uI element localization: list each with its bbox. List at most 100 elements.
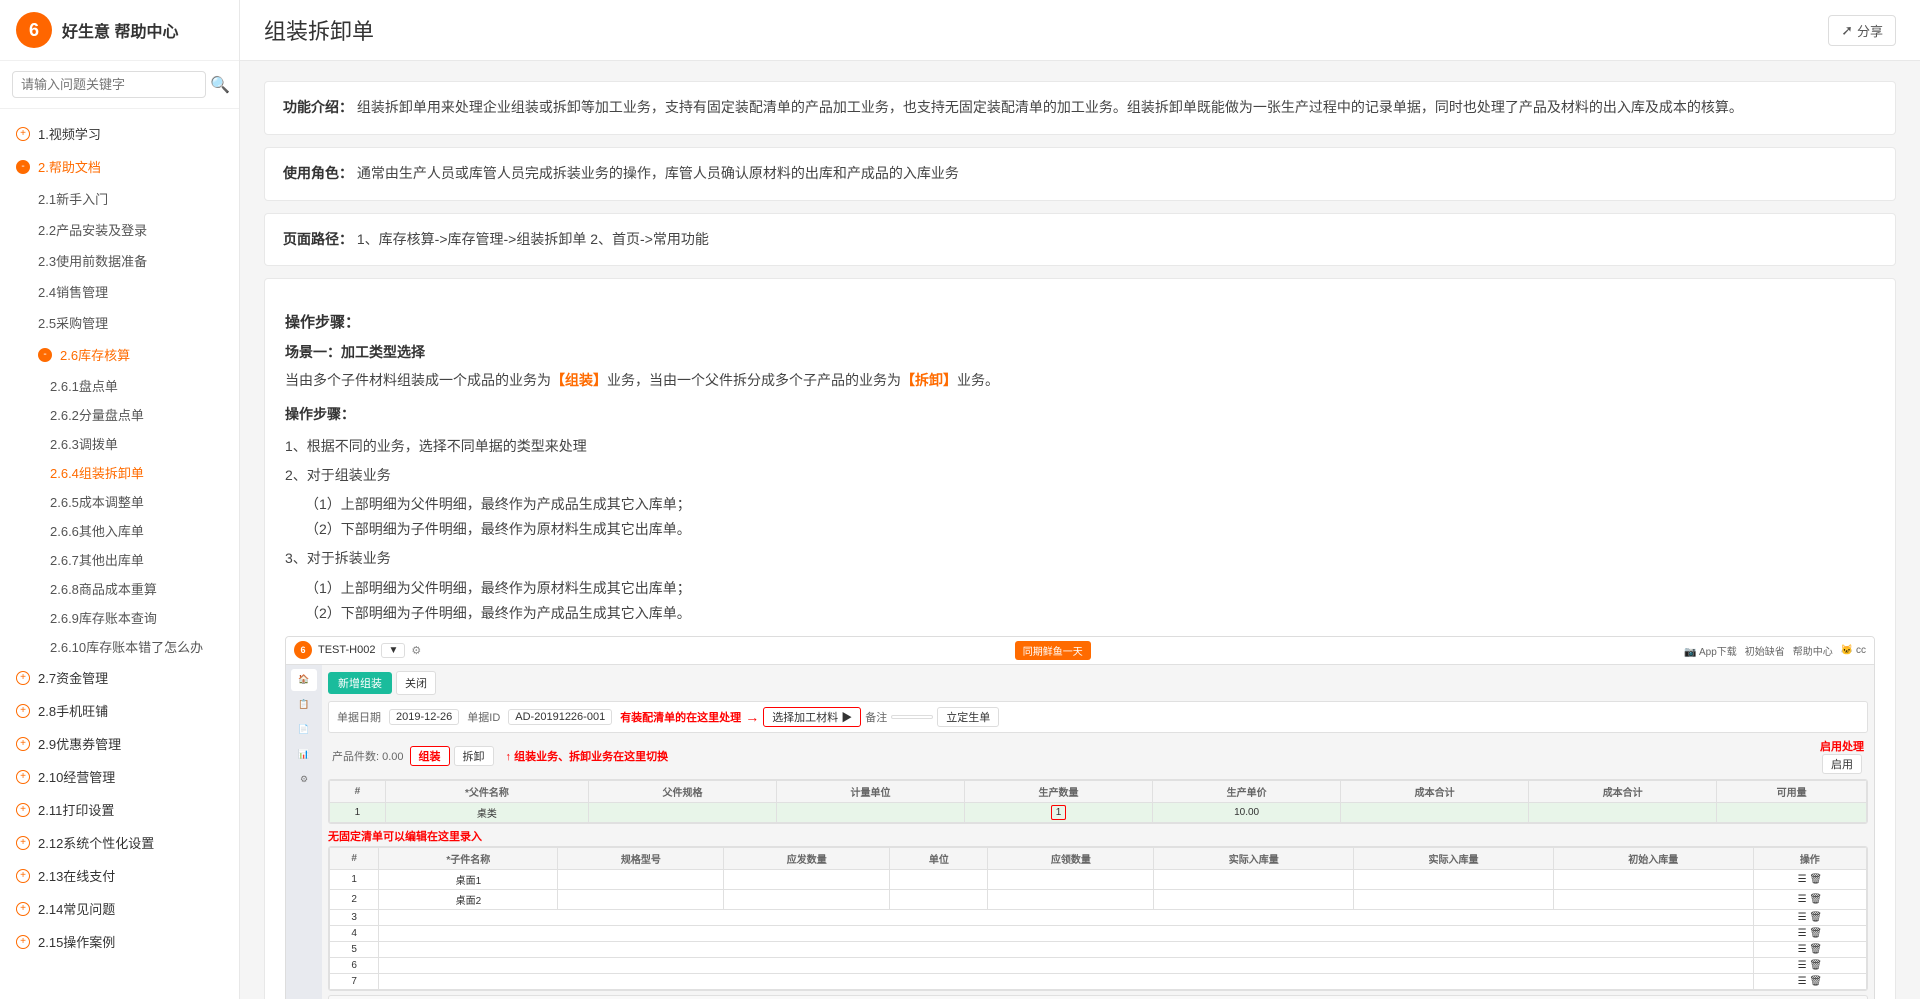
path-label: 页面路径：	[283, 231, 353, 247]
child-row-5: 5 ☰ 🗑	[330, 941, 1867, 957]
form-tab-close[interactable]: 关闭	[396, 671, 436, 695]
ops-title: 操作步骤：	[285, 311, 1875, 332]
sidebar-item-cost-recalc[interactable]: 2.6.8商品成本重算	[0, 574, 239, 603]
sidebar-item-operations[interactable]: + 2.10经营管理	[0, 760, 239, 793]
role-text: 通常由生产人员或库管人员完成拆装业务的操作，库管人员确认原材料的出库和产成品的入…	[357, 165, 959, 181]
sidebar-header: 6 好生意 帮助中心	[0, 0, 239, 61]
app-nav-home[interactable]: 🏠	[291, 669, 317, 691]
expand-icon-personalize: +	[16, 836, 30, 850]
collapse-icon: -	[16, 160, 30, 174]
expand-icon-ops: +	[16, 770, 30, 784]
intro-text: 组装拆卸单用来处理企业组装或拆卸等加工业务，支持有固定装配清单的产品加工业务，也…	[357, 99, 1743, 115]
no-field[interactable]: AD-20191226-001	[508, 709, 612, 725]
totals-bar: 合计： 0.00 0.00 0.00 0.00 0.00 🔲	[328, 995, 1868, 999]
remark-field[interactable]	[891, 715, 933, 719]
child-row-6: 6 ☰ 🗑	[330, 957, 1867, 973]
company-selector[interactable]: ▼	[381, 643, 405, 658]
child-row-4: 4 ☰ 🗑	[330, 925, 1867, 941]
app-nav-doc[interactable]: 📄	[291, 719, 317, 741]
expand-icon-finance: +	[16, 671, 30, 685]
qty-field[interactable]: 1	[1051, 805, 1067, 820]
sidebar-item-data-prep[interactable]: 2.3使用前数据准备	[0, 245, 239, 276]
sidebar: 6 好生意 帮助中心 🔍 + 1.视频学习 - 2.帮助文档 2.1新手入门 2…	[0, 0, 240, 999]
annotation-manual: 无固定清单可以编辑在这里录入	[328, 828, 1868, 844]
sidebar-item-sales[interactable]: 2.4销售管理	[0, 276, 239, 307]
sidebar-item-purchase[interactable]: 2.5采购管理	[0, 307, 239, 338]
sidebar-item-finance[interactable]: + 2.7资金管理	[0, 661, 239, 694]
enable-btn[interactable]: 启用	[1822, 754, 1862, 774]
sidebar-item-install[interactable]: 2.2产品安装及登录	[0, 214, 239, 245]
sidebar-item-inventory-query[interactable]: 2.6.9库存账本查询	[0, 603, 239, 632]
ops-section: 操作步骤： 场景一：加工类型选择 当由多个子件材料组装成一个成品的业务为【组装】…	[264, 278, 1896, 999]
sidebar-item-other-out[interactable]: 2.6.7其他出库单	[0, 545, 239, 574]
no-label: 单据ID	[467, 709, 500, 725]
type-disassemble[interactable]: 拆卸	[454, 746, 494, 766]
app-nav-settings[interactable]: ⚙	[291, 769, 317, 791]
date-field[interactable]: 2019-12-26	[389, 709, 459, 725]
sidebar-item-payment[interactable]: + 2.13在线支付	[0, 859, 239, 892]
step2-sub1: （1）上部明细为父件明细，最终作为产成品生成其它入库单；	[305, 492, 1875, 517]
expand-icon-mobile: +	[16, 704, 30, 718]
sidebar-item-beginner[interactable]: 2.1新手入门	[0, 183, 239, 214]
annotation-bom: 有装配清单的在这里处理	[620, 709, 741, 725]
sidebar-item-coupon[interactable]: + 2.9优惠券管理	[0, 727, 239, 760]
select-material-btn[interactable]: 选择加工材料 ▶	[763, 707, 861, 727]
app-nav-list[interactable]: 📋	[291, 694, 317, 716]
annotation-enable: 启用处理	[1820, 738, 1864, 754]
collapse-icon-inventory: -	[38, 348, 52, 362]
sidebar-item-inventory-fix[interactable]: 2.6.10库存账本错了怎么办	[0, 632, 239, 661]
sidebar-item-personalize[interactable]: + 2.12系统个性化设置	[0, 826, 239, 859]
section-label: 1.视频学习	[38, 124, 101, 143]
nav-tree: + 1.视频学习 - 2.帮助文档 2.1新手入门 2.2产品安装及登录 2.3…	[0, 109, 239, 999]
main-header: 组装拆卸单 ➚ 分享	[240, 0, 1920, 61]
role-label: 使用角色：	[283, 165, 353, 181]
date-label: 单据日期	[337, 709, 381, 725]
app-logo-small: 6	[294, 641, 312, 659]
child-row-2: 2 桌面2	[330, 889, 1867, 909]
search-input[interactable]	[12, 71, 206, 98]
expand-icon: +	[16, 127, 30, 141]
sidebar-item-assembly[interactable]: 2.6.4组装拆卸单	[0, 458, 239, 487]
sidebar-item-cost-adjust[interactable]: 2.6.5成本调整单	[0, 487, 239, 516]
content-area: 功能介绍： 组装拆卸单用来处理企业组装或拆卸等加工业务，支持有固定装配清单的产品…	[240, 61, 1920, 999]
search-box: 🔍	[0, 61, 239, 109]
sidebar-title: 好生意 帮助中心	[62, 18, 178, 42]
intro-block: 功能介绍： 组装拆卸单用来处理企业组装或拆卸等加工业务，支持有固定装配清单的产品…	[264, 81, 1896, 135]
step1: 1、根据不同的业务，选择不同单据的类型来处理	[285, 434, 1875, 459]
expand-icon-print: +	[16, 803, 30, 817]
search-button[interactable]: 🔍	[210, 75, 230, 95]
child-row-7: 7 ☰ 🗑	[330, 973, 1867, 989]
sidebar-item-help-docs[interactable]: - 2.帮助文档	[0, 150, 239, 183]
sidebar-item-other-in[interactable]: 2.6.6其他入库单	[0, 516, 239, 545]
child-row-1: 1 桌面1	[330, 869, 1867, 889]
child-row-3: 3 ☰ 🗑	[330, 909, 1867, 925]
parent-table: # *父件名称 父件规格 计量单位 生产数量 生产单价 成本合计 成本合计	[329, 780, 1867, 823]
share-button[interactable]: ➚ 分享	[1828, 15, 1896, 46]
step3: 3、对于拆装业务	[285, 546, 1875, 571]
expand-icon-faq: +	[16, 902, 30, 916]
sidebar-item-faq[interactable]: + 2.14常见问题	[0, 892, 239, 925]
sidebar-item-partial-stocktake[interactable]: 2.6.2分量盘点单	[0, 400, 239, 429]
sidebar-item-video-learning[interactable]: + 1.视频学习	[0, 117, 239, 150]
sidebar-item-stocktake[interactable]: 2.6.1盘点单	[0, 371, 239, 400]
app-nav-btn1[interactable]: 同期鲜鱼一天	[1015, 641, 1091, 660]
role-block: 使用角色： 通常由生产人员或库管人员完成拆装业务的操作，库管人员确认原材料的出库…	[264, 147, 1896, 201]
page-title: 组装拆卸单	[264, 14, 374, 46]
app-sidebar-icons: 🏠 📋 📄 📊 ⚙	[286, 665, 322, 999]
form-tab-new[interactable]: 新增组装	[328, 672, 392, 694]
sidebar-item-mobile[interactable]: + 2.8手机旺铺	[0, 694, 239, 727]
sidebar-item-inventory[interactable]: - 2.6库存核算	[0, 338, 239, 371]
expand-icon-cases: +	[16, 935, 30, 949]
expand-icon-payment: +	[16, 869, 30, 883]
sidebar-item-print[interactable]: + 2.11打印设置	[0, 793, 239, 826]
sidebar-item-cases[interactable]: + 2.15操作案例	[0, 925, 239, 958]
step2-sub2: （2）下部明细为子件明细，最终作为原材料生成其它出库单。	[305, 517, 1875, 542]
app-nav-chart[interactable]: 📊	[291, 744, 317, 766]
sidebar-item-transfer[interactable]: 2.6.3调拨单	[0, 429, 239, 458]
annotation-type: ↑ 组装业务、拆卸业务在这里切换	[506, 751, 669, 763]
type-assemble[interactable]: 组装	[410, 746, 450, 766]
logo-icon: 6	[16, 12, 52, 48]
child-table: # *子件名称 规格型号 应发数量 单位 应领数量 实际入库量	[329, 847, 1867, 990]
confirm-btn[interactable]: 立定生单	[937, 707, 999, 727]
main-panel: 组装拆卸单 ➚ 分享 功能介绍： 组装拆卸单用来处理企业组装或拆卸等加工业务，支…	[240, 0, 1920, 999]
